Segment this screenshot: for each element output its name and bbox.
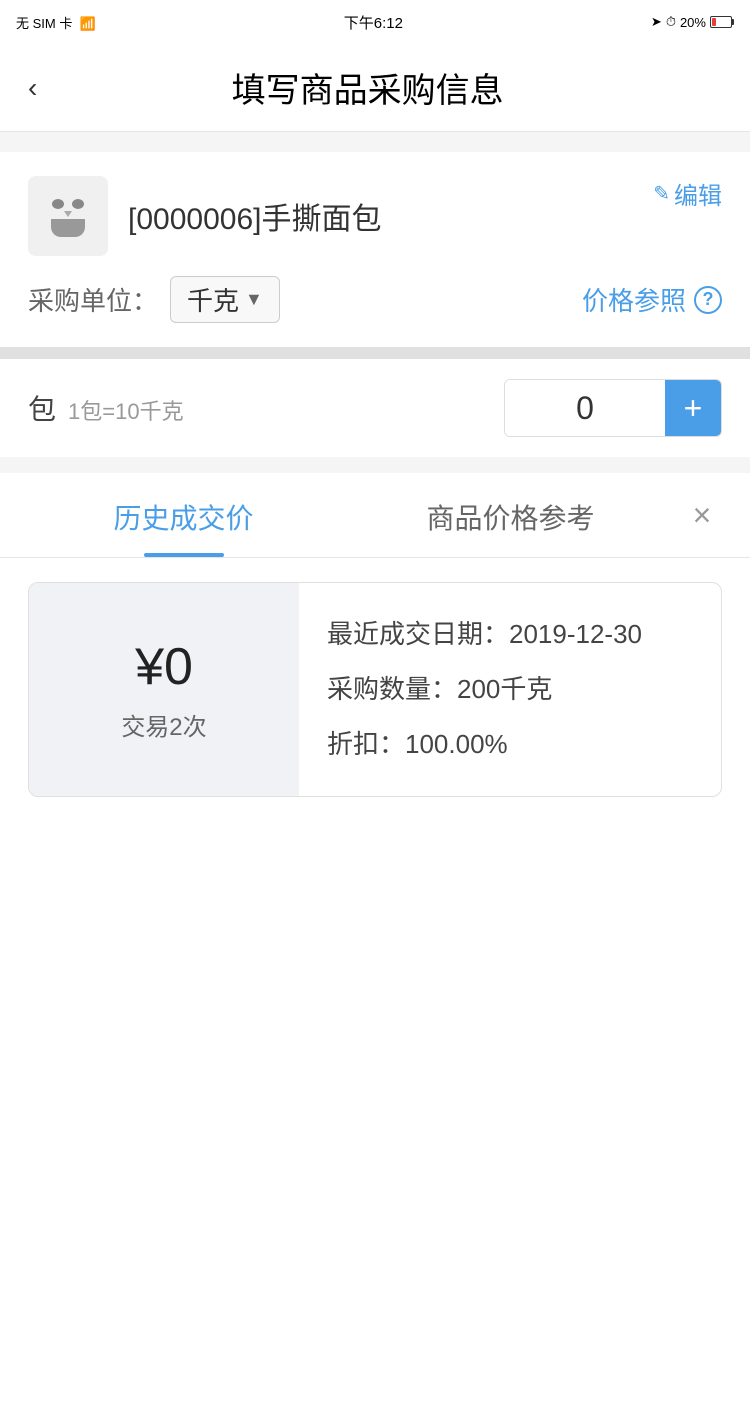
discount-value: 100.00%	[405, 729, 508, 759]
battery-icon	[710, 16, 734, 28]
recent-date-value: 2019-12-30	[509, 619, 642, 649]
back-button[interactable]: ‹	[20, 64, 45, 112]
edit-button[interactable]: ✎ 编辑	[653, 176, 722, 211]
status-time: 下午6:12	[344, 12, 403, 33]
product-logo	[43, 191, 93, 241]
price-ref-button[interactable]: 价格参照 ?	[582, 281, 722, 318]
quantity-left: 包 1包=10千克	[28, 388, 184, 428]
owl-eye-right	[72, 199, 84, 209]
tab-price-ref-label: 商品价格参考	[426, 503, 594, 534]
battery-percent: 20%	[680, 15, 706, 30]
history-trade-count: 交易2次	[121, 707, 206, 742]
edit-label: 编辑	[674, 176, 722, 211]
alarm-icon: ⏱	[666, 14, 676, 30]
qty-value: 200千克	[457, 674, 552, 704]
history-qty-row: 采购数量：200千克	[327, 670, 693, 709]
status-right: ➤ ⏱ 20%	[651, 14, 734, 30]
help-icon: ?	[694, 286, 722, 314]
section-divider	[0, 347, 750, 359]
qty-label: 采购数量：	[327, 674, 457, 704]
product-id: [0000006]	[128, 203, 261, 236]
tab-history-label: 历史成交价	[113, 503, 253, 534]
recent-date-label: 最近成交日期：	[327, 619, 509, 649]
product-thumbnail	[28, 176, 108, 256]
edit-icon: ✎	[653, 181, 670, 206]
product-title: 手撕面包	[261, 203, 381, 236]
unit-row: 采购单位： 千克 ▼	[28, 276, 280, 323]
owl-eyes	[52, 199, 84, 209]
location-icon: ➤	[651, 14, 662, 30]
unit-label: 采购单位：	[28, 281, 158, 318]
product-left: [0000006]手撕面包	[28, 176, 381, 256]
status-left: 无 SIM 卡 📶	[16, 13, 96, 32]
quantity-input[interactable]	[505, 380, 665, 436]
discount-label: 折扣：	[327, 729, 405, 759]
qty-sub-label: 1包=10千克	[68, 394, 184, 426]
unit-select-dropdown[interactable]: 千克 ▼	[170, 276, 280, 323]
product-name: [0000006]手撕面包	[128, 194, 381, 238]
tab-area: 历史成交价 商品价格参考 × ¥0 交易2次 最近成交日期：2019-12-30…	[0, 473, 750, 821]
tab-active-indicator	[144, 553, 224, 557]
tab-product-price-ref[interactable]: 商品价格参考	[347, 473, 674, 557]
quantity-plus-button[interactable]: +	[665, 380, 721, 436]
nav-bar: ‹ 填写商品采购信息	[0, 44, 750, 132]
dropdown-arrow-icon: ▼	[245, 289, 263, 310]
page-title: 填写商品采购信息	[53, 63, 682, 112]
quantity-row: 包 1包=10千克 +	[0, 359, 750, 457]
unit-select-value: 千克	[187, 281, 239, 318]
status-bar: 无 SIM 卡 📶 下午6:12 ➤ ⏱ 20%	[0, 0, 750, 44]
quantity-input-group: +	[504, 379, 722, 437]
history-date-row: 最近成交日期：2019-12-30	[327, 615, 693, 654]
history-card: ¥0 交易2次 最近成交日期：2019-12-30 采购数量：200千克 折扣：…	[28, 582, 722, 797]
history-price: ¥0	[135, 637, 193, 697]
history-card-right: 最近成交日期：2019-12-30 采购数量：200千克 折扣：100.00%	[299, 583, 721, 796]
history-discount-row: 折扣：100.00%	[327, 725, 693, 764]
wifi-icon: 📶	[76, 16, 96, 31]
history-content: ¥0 交易2次 最近成交日期：2019-12-30 采购数量：200千克 折扣：…	[0, 558, 750, 821]
main-content-area	[0, 821, 750, 1421]
tab-history-price[interactable]: 历史成交价	[20, 473, 347, 557]
price-ref-label: 价格参照	[582, 281, 686, 318]
product-card: [0000006]手撕面包 ✎ 编辑 采购单位： 千克 ▼ 价格参照 ?	[0, 152, 750, 347]
owl-body	[51, 219, 85, 237]
history-card-left: ¥0 交易2次	[29, 583, 299, 796]
no-sim-label: 无 SIM 卡	[16, 16, 76, 31]
product-info-row: 采购单位： 千克 ▼ 价格参照 ?	[28, 276, 722, 323]
tab-close-button[interactable]: ×	[674, 487, 730, 543]
owl-beak	[64, 211, 72, 217]
qty-unit-label: 包	[28, 388, 56, 428]
product-header: [0000006]手撕面包 ✎ 编辑	[28, 176, 722, 256]
owl-eye-left	[52, 199, 64, 209]
tab-bar: 历史成交价 商品价格参考 ×	[0, 473, 750, 558]
